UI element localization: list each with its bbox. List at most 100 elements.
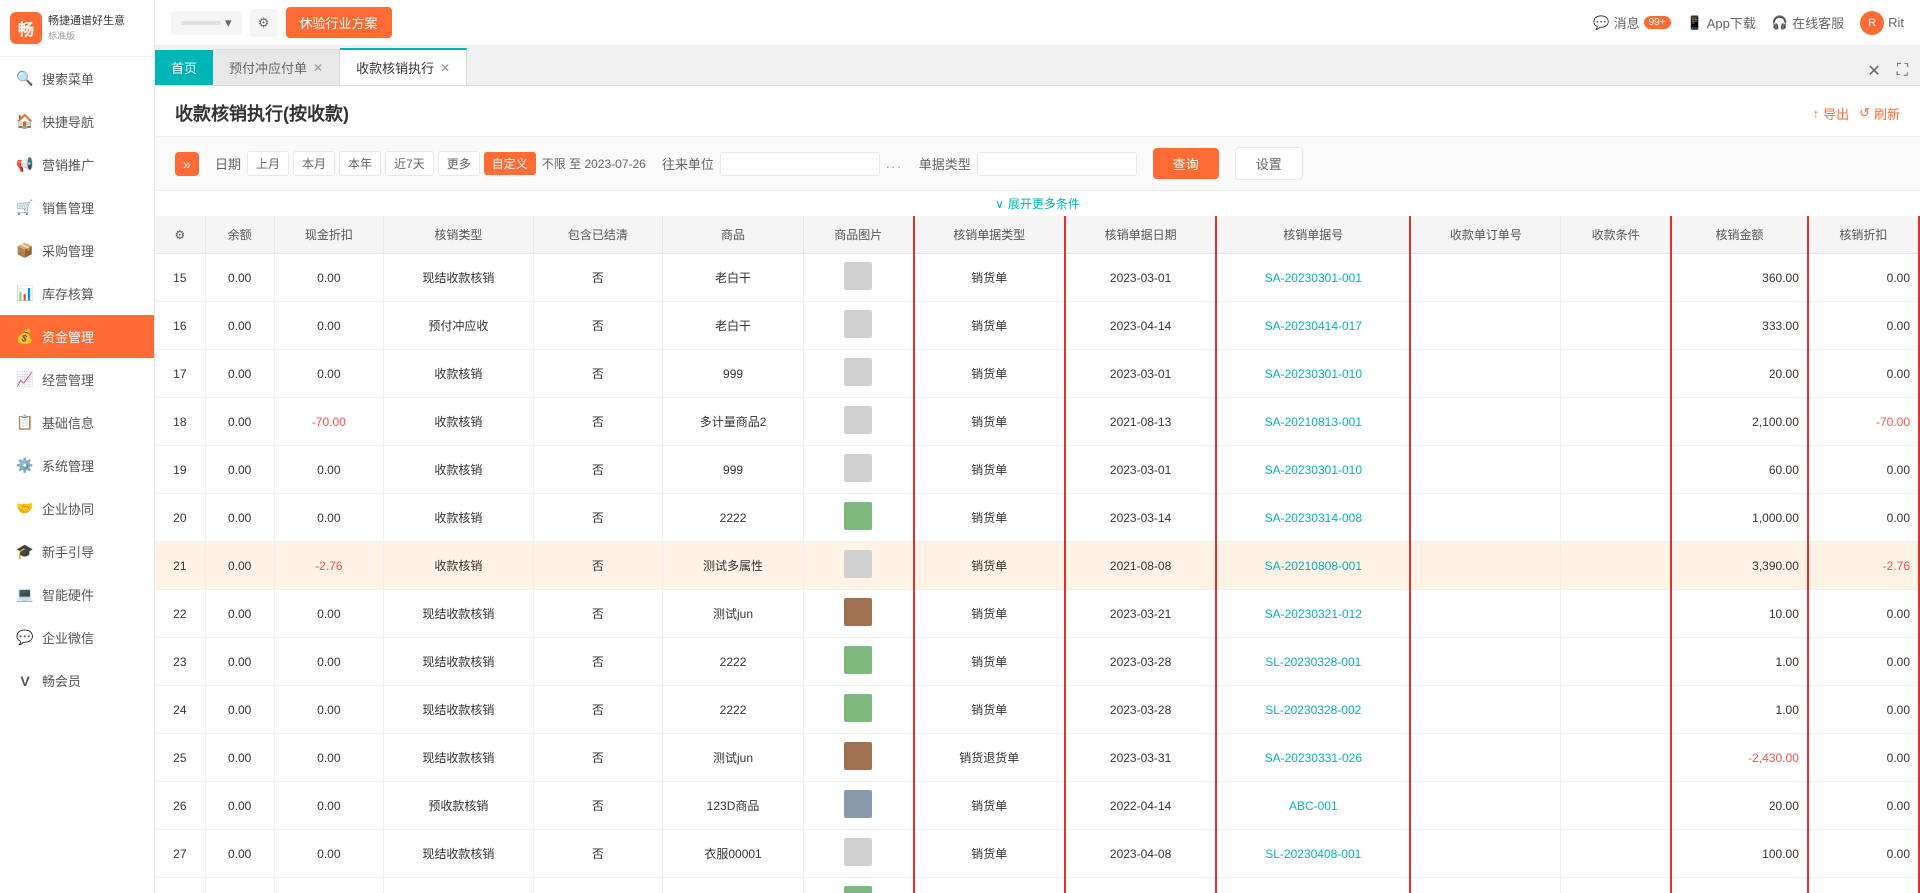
sidebar-item-basic[interactable]: 📋 基础信息 [0, 401, 154, 444]
cell-balance: 0.00 [205, 398, 274, 446]
company-selector[interactable]: ▾ [171, 11, 242, 35]
write-off-no-link[interactable]: ABC-001 [1289, 799, 1338, 813]
query-button[interactable]: 查询 [1153, 148, 1219, 179]
settings-gear-button[interactable]: ⚙ [250, 9, 278, 37]
type-select[interactable] [977, 152, 1137, 176]
partner-input[interactable] [720, 152, 880, 176]
tab-home[interactable]: 首页 [155, 50, 213, 85]
setting-button[interactable]: 设置 [1235, 147, 1303, 180]
date-btn-this-year[interactable]: 本年 [339, 151, 381, 176]
cell-write-off-no[interactable]: SA-20230321-012 [1216, 590, 1410, 638]
expand-more-bar[interactable]: ∨ 展开更多条件 [155, 191, 1920, 216]
sidebar-item-search[interactable]: 🔍 搜索菜单 [0, 57, 154, 100]
cell-write-off-no[interactable]: SA-20230414-017 [1216, 302, 1410, 350]
tab-writeoff-close[interactable]: ✕ [440, 61, 450, 75]
cell-write-off-no[interactable]: SL-20230418-001 [1216, 878, 1410, 893]
cell-write-off-no[interactable]: SL-20230408-001 [1216, 830, 1410, 878]
table-row: 28 0.00 0.00 现结收款核销 否 2222 销货单 2023-04-1… [155, 878, 1919, 893]
tab-writeoff[interactable]: 收款核销执行 ✕ [340, 48, 467, 85]
write-off-no-link[interactable]: SL-20230328-001 [1265, 655, 1361, 669]
sidebar-item-system[interactable]: ⚙️ 系统管理 [0, 444, 154, 487]
date-btn-7days[interactable]: 近7天 [385, 151, 434, 176]
cell-included: 否 [533, 878, 663, 893]
cell-product-img [803, 878, 913, 893]
sidebar-item-wechat[interactable]: 💬 企业微信 [0, 616, 154, 659]
write-off-no-link[interactable]: SL-20230408-001 [1265, 847, 1361, 861]
cell-write-off-no[interactable]: SA-20230331-026 [1216, 734, 1410, 782]
sidebar-item-quick-nav[interactable]: 🏠 快捷导航 [0, 100, 154, 143]
app-download-area[interactable]: 📱 App下载 [1687, 13, 1756, 32]
tab-close-button[interactable]: ✕ [1863, 57, 1884, 85]
sidebar-item-sales[interactable]: 🛒 销售管理 [0, 186, 154, 229]
cell-product: 衣服00001 [663, 830, 804, 878]
tab-prepay[interactable]: 预付冲应付单 ✕ [213, 49, 340, 85]
cell-write-off-no[interactable]: SA-20210808-001 [1216, 542, 1410, 590]
cell-type: 现结收款核销 [384, 734, 534, 782]
sidebar-item-enterprise[interactable]: 🤝 企业协同 [0, 487, 154, 530]
sidebar-item-hardware[interactable]: 💻 智能硬件 [0, 573, 154, 616]
write-off-no-link[interactable]: SA-20230414-017 [1265, 319, 1362, 333]
cell-write-off-no[interactable]: SA-20230301-010 [1216, 446, 1410, 494]
table-area[interactable]: ⚙ 余额 现金折扣 核销类型 包含已结清 商品 商品图片 核销单据类型 核销单据… [155, 216, 1920, 893]
product-image [844, 886, 872, 893]
write-off-no-link[interactable]: SA-20230301-010 [1265, 463, 1362, 477]
cell-product-img [803, 542, 913, 590]
write-off-no-link[interactable]: SA-20230321-012 [1265, 607, 1362, 621]
refresh-button[interactable]: ↺ 刷新 [1859, 104, 1900, 123]
sidebar-item-label: 搜索菜单 [42, 69, 94, 88]
user-area[interactable]: R Rit [1860, 11, 1904, 35]
cell-product-img [803, 302, 913, 350]
cell-write-off-no[interactable]: SA-20210813-001 [1216, 398, 1410, 446]
filter-expand-button[interactable]: » [175, 152, 199, 176]
cell-write-off-discount: 0.00 [1808, 350, 1919, 398]
cell-write-off-no[interactable]: SL-20230328-002 [1216, 686, 1410, 734]
cell-write-off-no[interactable]: SA-20230301-010 [1216, 350, 1410, 398]
cell-write-off-amount: -2,430.00 [1671, 734, 1808, 782]
cell-write-off-no[interactable]: SL-20230328-001 [1216, 638, 1410, 686]
write-off-no-link[interactable]: SA-20230301-010 [1265, 367, 1362, 381]
sidebar-item-marketing[interactable]: 📢 营销推广 [0, 143, 154, 186]
cell-write-off-no[interactable]: SA-20230301-001 [1216, 254, 1410, 302]
cell-balance: 0.00 [205, 350, 274, 398]
wechat-icon: 💬 [16, 629, 34, 647]
write-off-no-link[interactable]: SA-20230314-008 [1265, 511, 1362, 525]
product-image [844, 502, 872, 530]
tab-expand-button[interactable]: ⛶ [1893, 58, 1912, 84]
write-off-no-link[interactable]: SA-20230331-026 [1265, 751, 1362, 765]
date-btn-this-month[interactable]: 本月 [293, 151, 335, 176]
date-btn-last-month[interactable]: 上月 [247, 151, 289, 176]
cell-write-off-type: 销货单 [914, 878, 1065, 893]
sidebar-item-purchase[interactable]: 📦 采购管理 [0, 229, 154, 272]
date-btn-more[interactable]: 更多 [438, 151, 480, 176]
col-settings[interactable]: ⚙ [155, 216, 205, 254]
cell-receipt-order [1410, 830, 1561, 878]
cell-write-off-date: 2021-08-08 [1065, 542, 1216, 590]
notification-area[interactable]: 💬 消息 99+ [1593, 13, 1670, 32]
export-button[interactable]: ↑ 导出 [1813, 104, 1850, 123]
cell-cash-discount: 0.00 [274, 446, 383, 494]
cell-included: 否 [533, 830, 663, 878]
write-off-no-link[interactable]: SL-20230328-002 [1265, 703, 1361, 717]
write-off-no-link[interactable]: SA-20210813-001 [1265, 415, 1362, 429]
cell-write-off-no[interactable]: SA-20230314-008 [1216, 494, 1410, 542]
sidebar-item-label: 智能硬件 [42, 585, 94, 604]
cell-write-off-amount: 1.00 [1671, 638, 1808, 686]
cell-write-off-no[interactable]: ABC-001 [1216, 782, 1410, 830]
table-row: 20 0.00 0.00 收款核销 否 2222 销货单 2023-03-14 … [155, 494, 1919, 542]
product-image [844, 310, 872, 338]
sidebar-item-member[interactable]: V 畅会员 [0, 659, 154, 702]
tab-prepay-close[interactable]: ✕ [313, 61, 323, 75]
filter-bar: » 日期 上月 本月 本年 近7天 更多 自定义 不限 至 2023-07-26… [155, 137, 1920, 191]
sidebar-item-operation[interactable]: 📈 经营管理 [0, 358, 154, 401]
sidebar-item-finance[interactable]: 💰 资金管理 [0, 315, 154, 358]
cell-seq: 23 [155, 638, 205, 686]
write-off-no-link[interactable]: SA-20230301-001 [1265, 271, 1362, 285]
online-service-area[interactable]: 🎧 在线客服 [1772, 13, 1844, 32]
date-btn-custom[interactable]: 自定义 [484, 152, 536, 175]
sidebar-item-guide[interactable]: 🎓 新手引导 [0, 530, 154, 573]
product-image [844, 790, 872, 818]
cell-product: 测试jun [663, 734, 804, 782]
sidebar-item-inventory[interactable]: 📊 库存核算 [0, 272, 154, 315]
industry-solution-button[interactable]: 休验行业方案 [286, 7, 392, 38]
write-off-no-link[interactable]: SA-20210808-001 [1265, 559, 1362, 573]
